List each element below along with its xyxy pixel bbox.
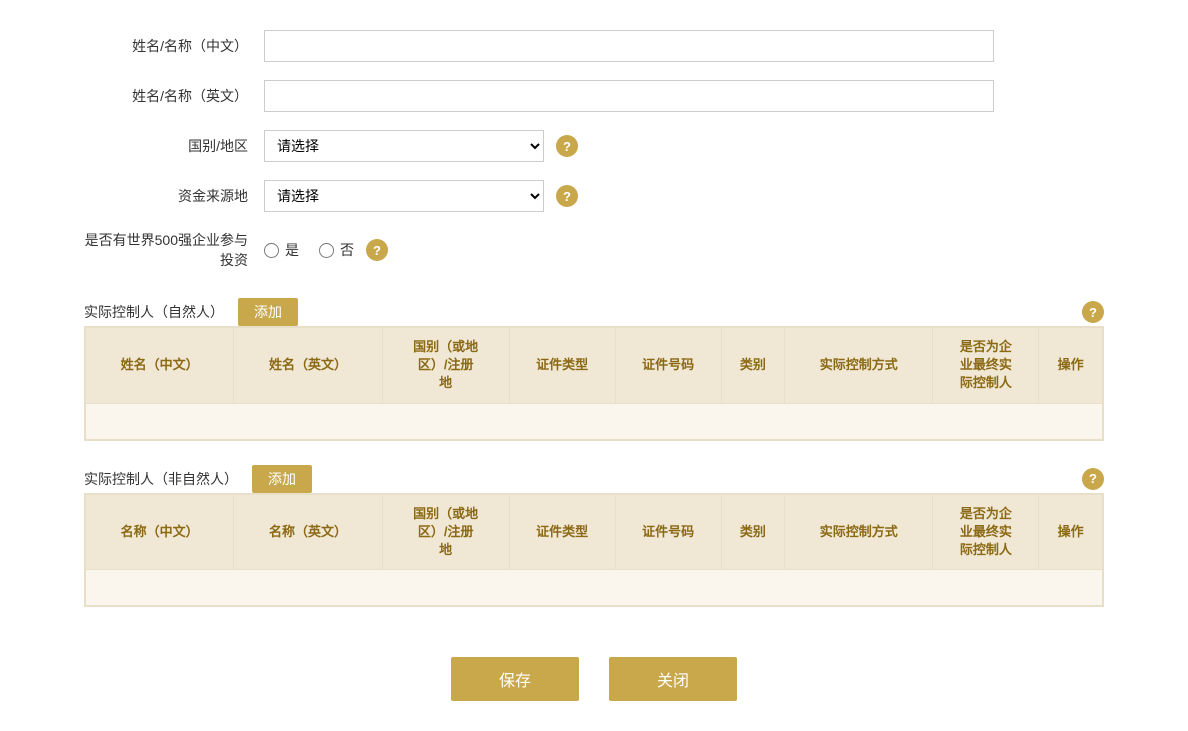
section1-table-wrapper: 姓名（中文） 姓名（英文） 国别（或地区）/注册地 证件类型 证件号码 类别 实… xyxy=(84,326,1104,441)
section2-col-operation: 操作 xyxy=(1039,494,1103,570)
section2-empty-cell xyxy=(86,570,1103,606)
section2-col-is-final-controller: 是否为企业最终实际控制人 xyxy=(933,494,1039,570)
section2-add-button[interactable]: 添加 xyxy=(252,465,312,493)
fortune500-label: 是否有世界500强企业参与投资 xyxy=(84,230,264,270)
section2-col-country: 国别（或地区）/注册地 xyxy=(382,494,509,570)
section2-left: 实际控制人（非自然人） 添加 xyxy=(84,465,312,493)
section2-title: 实际控制人（非自然人） xyxy=(84,469,238,489)
section2-col-category: 类别 xyxy=(721,494,785,570)
section1-empty-row xyxy=(86,403,1103,439)
fortune500-no-radio[interactable] xyxy=(319,243,334,258)
fortune500-row: 是否有世界500强企业参与投资 是 否 ? xyxy=(84,230,1104,270)
section1-col-name-en: 姓名（英文） xyxy=(234,328,382,404)
section1-col-country: 国别（或地区）/注册地 xyxy=(382,328,509,404)
section1-empty-cell xyxy=(86,403,1103,439)
country-label: 国别/地区 xyxy=(84,136,264,156)
country-row: 国别/地区 请选择 ? xyxy=(84,130,1104,162)
fortune500-yes-radio[interactable] xyxy=(264,243,279,258)
section1-col-cert-type: 证件类型 xyxy=(509,328,615,404)
name-en-label: 姓名/名称（英文） xyxy=(84,86,264,106)
section2-table-header: 名称（中文） 名称（英文） 国别（或地区）/注册地 证件类型 证件号码 类别 实… xyxy=(86,494,1103,570)
fund-source-help-icon[interactable]: ? xyxy=(556,185,578,207)
section2-col-name-cn: 名称（中文） xyxy=(86,494,234,570)
section1-col-category: 类别 xyxy=(721,328,785,404)
close-button[interactable]: 关闭 xyxy=(609,657,737,701)
section1-col-name-cn: 姓名（中文） xyxy=(86,328,234,404)
section2-col-control-method: 实际控制方式 xyxy=(785,494,933,570)
fortune500-yes-label: 是 xyxy=(285,240,299,260)
name-en-row: 姓名/名称（英文） xyxy=(84,80,1104,112)
section2-header: 实际控制人（非自然人） 添加 ? xyxy=(84,465,1104,493)
fortune500-radio-group: 是 否 xyxy=(264,240,354,260)
fund-source-select[interactable]: 请选择 xyxy=(264,180,544,212)
fund-source-row: 资金来源地 请选择 ? xyxy=(84,180,1104,212)
fortune500-no-option[interactable]: 否 xyxy=(319,240,354,260)
section1-table: 姓名（中文） 姓名（英文） 国别（或地区）/注册地 证件类型 证件号码 类别 实… xyxy=(85,327,1103,440)
save-button[interactable]: 保存 xyxy=(451,657,579,701)
section2-empty-row xyxy=(86,570,1103,606)
fortune500-yes-option[interactable]: 是 xyxy=(264,240,299,260)
main-container: 姓名/名称（中文） 姓名/名称（英文） 国别/地区 请选择 ? 资金来源地 请选… xyxy=(44,0,1144,731)
section2-table-wrapper: 名称（中文） 名称（英文） 国别（或地区）/注册地 证件类型 证件号码 类别 实… xyxy=(84,493,1104,608)
section1-col-operation: 操作 xyxy=(1039,328,1103,404)
section2-col-cert-type: 证件类型 xyxy=(509,494,615,570)
section1-title: 实际控制人（自然人） xyxy=(84,302,224,322)
section2-help-icon[interactable]: ? xyxy=(1082,468,1104,490)
section1-col-is-final-controller: 是否为企业最终实际控制人 xyxy=(933,328,1039,404)
section2-table: 名称（中文） 名称（英文） 国别（或地区）/注册地 证件类型 证件号码 类别 实… xyxy=(85,494,1103,607)
name-cn-input[interactable] xyxy=(264,30,994,62)
country-select[interactable]: 请选择 xyxy=(264,130,544,162)
footer-buttons: 保存 关闭 xyxy=(84,657,1104,701)
name-en-input[interactable] xyxy=(264,80,994,112)
section2-col-cert-no: 证件号码 xyxy=(615,494,721,570)
section1-left: 实际控制人（自然人） 添加 xyxy=(84,298,298,326)
section1-col-control-method: 实际控制方式 xyxy=(785,328,933,404)
fund-source-label: 资金来源地 xyxy=(84,186,264,206)
fortune500-no-label: 否 xyxy=(340,240,354,260)
section1-help-icon[interactable]: ? xyxy=(1082,301,1104,323)
name-cn-label: 姓名/名称（中文） xyxy=(84,36,264,56)
section1-add-button[interactable]: 添加 xyxy=(238,298,298,326)
fortune500-help-icon[interactable]: ? xyxy=(366,239,388,261)
section1-col-cert-no: 证件号码 xyxy=(615,328,721,404)
section1-header: 实际控制人（自然人） 添加 ? xyxy=(84,298,1104,326)
section1-table-header: 姓名（中文） 姓名（英文） 国别（或地区）/注册地 证件类型 证件号码 类别 实… xyxy=(86,328,1103,404)
name-cn-row: 姓名/名称（中文） xyxy=(84,30,1104,62)
country-help-icon[interactable]: ? xyxy=(556,135,578,157)
section2-col-name-en: 名称（英文） xyxy=(234,494,382,570)
